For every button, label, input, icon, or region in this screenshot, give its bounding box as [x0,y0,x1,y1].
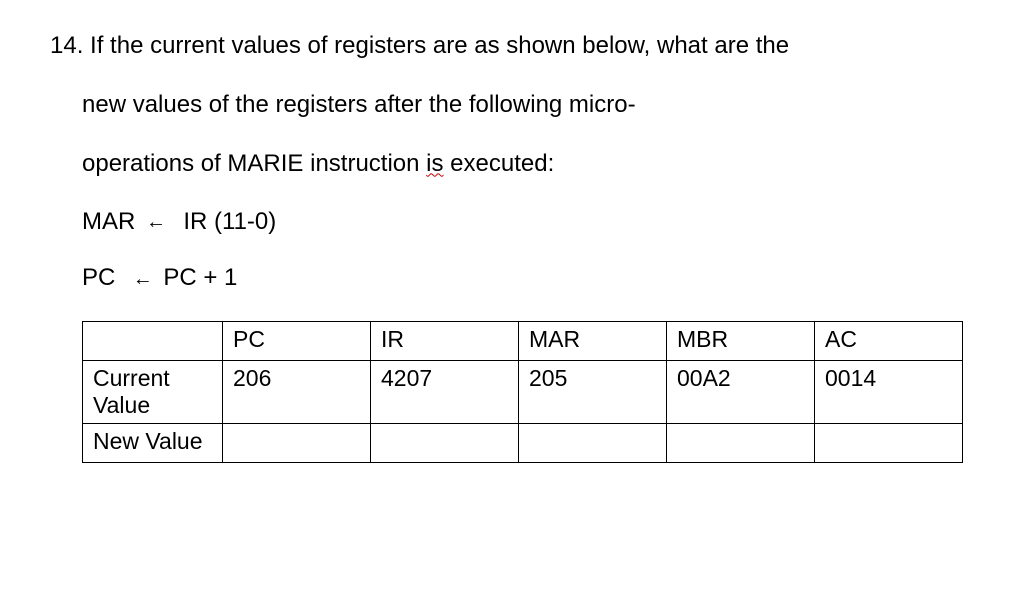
row-label-current: Current Value [83,361,223,424]
register-table: PC IR MAR MBR AC Current Value 206 4207 … [82,321,963,463]
header-blank [83,322,223,361]
micro-op-2: PC ← PC + 1 [50,264,990,293]
cell-new-pc [223,424,371,463]
question-line-3: operations of MARIE instruction is execu… [50,148,990,179]
table-row: New Value [83,424,963,463]
row-label-new: New Value [83,424,223,463]
squiggle-word: is [426,150,443,177]
header-ac: AC [815,322,963,361]
cell-new-mar [519,424,667,463]
cell-current-mbr: 00A2 [667,361,815,424]
cell-new-ac [815,424,963,463]
table-header-row: PC IR MAR MBR AC [83,322,963,361]
header-pc: PC [223,322,371,361]
table-row: Current Value 206 4207 205 00A2 0014 [83,361,963,424]
question-text-2: new values of the registers after the fo… [82,91,636,118]
question-line-1: 14. If the current values of registers a… [50,30,990,61]
op2-left: PC [82,264,115,291]
cell-new-ir [371,424,519,463]
header-mar: MAR [519,322,667,361]
op1-right: IR (11-0) [183,208,276,235]
micro-op-1: MAR ← IR (11-0) [50,208,990,237]
header-mbr: MBR [667,322,815,361]
op2-right: PC + 1 [163,264,237,291]
question-line-2: new values of the registers after the fo… [50,89,990,120]
cell-current-ir: 4207 [371,361,519,424]
cell-new-mbr [667,424,815,463]
op1-left: MAR [82,208,135,235]
question-text-3a: operations of MARIE instruction [82,150,426,177]
cell-current-pc: 206 [223,361,371,424]
cell-current-mar: 205 [519,361,667,424]
question-text-3b: executed: [444,150,555,177]
question-text-1: If the current values of registers are a… [90,32,789,59]
arrow-icon: ← [142,211,170,233]
header-ir: IR [371,322,519,361]
arrow-icon: ← [129,268,157,290]
cell-current-ac: 0014 [815,361,963,424]
question-number: 14. [50,32,83,59]
document-page: 14. If the current values of registers a… [0,0,1030,463]
